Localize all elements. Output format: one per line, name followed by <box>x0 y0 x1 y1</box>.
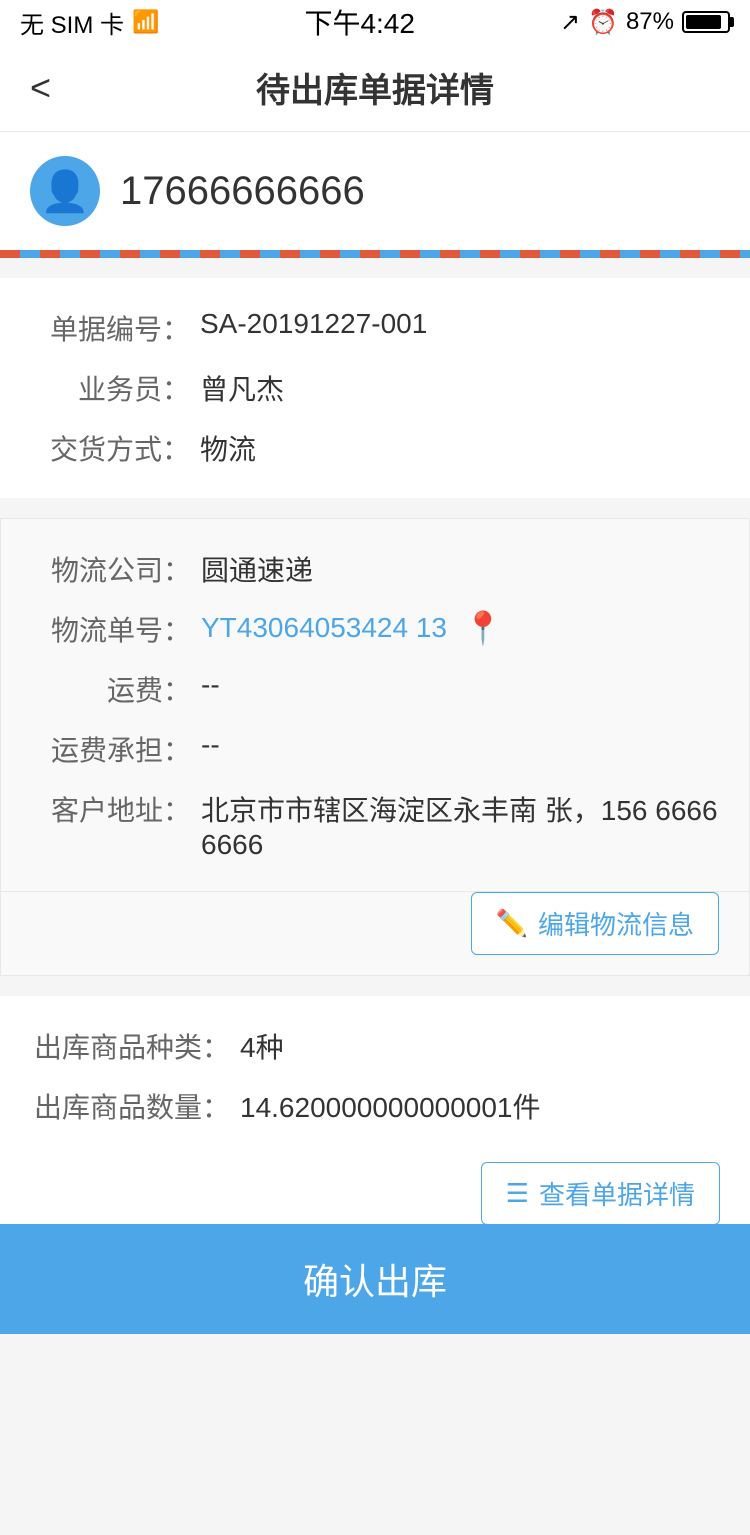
battery-bar <box>682 11 730 33</box>
view-detail-button[interactable]: ☰ 查看单据详情 <box>481 1162 720 1225</box>
location-pin-icon[interactable]: 📍 <box>463 609 503 647</box>
status-left: 无 SIM 卡 📶 <box>20 5 159 40</box>
edit-btn-label: 编辑物流信息 <box>538 905 694 942</box>
detail-btn-label: 查看单据详情 <box>539 1175 695 1212</box>
delivery-label: 交货方式： <box>30 428 190 468</box>
customer-phone: 17666666666 <box>120 169 365 214</box>
page-title: 待出库单据详情 <box>256 63 494 112</box>
logistics-company-row: 物流公司： 圆通速递 <box>31 549 719 589</box>
salesman-label: 业务员： <box>30 368 190 408</box>
freight-bearer-value: -- <box>201 729 719 761</box>
status-bar: 无 SIM 卡 📶 下午4:42 ↗ ⏰ 87% <box>0 0 750 44</box>
delivery-row: 交货方式： 物流 <box>30 428 720 468</box>
logistics-company-label: 物流公司： <box>31 549 191 589</box>
edit-icon: ✏️ <box>496 908 528 939</box>
goods-quantity-value: 14.620000000000001件 <box>240 1086 720 1126</box>
logistics-section: 物流公司： 圆通速递 物流单号： YT43064053424 13 📍 运费： … <box>0 518 750 892</box>
status-right: ↗ ⏰ 87% <box>560 8 730 37</box>
tracking-label: 物流单号： <box>31 609 191 649</box>
freight-row: 运费： -- <box>31 669 719 709</box>
time-display: 下午4:42 <box>304 2 415 42</box>
tracking-value-row: YT43064053424 13 📍 <box>201 609 719 647</box>
section-gap-2 <box>0 498 750 518</box>
nav-bar: < 待出库单据详情 <box>0 44 750 132</box>
delivery-value: 物流 <box>200 428 720 468</box>
order-no-row: 单据编号： SA-20191227-001 <box>30 308 720 348</box>
address-row: 客户地址： 北京市市辖区海淀区永丰南 张，156 6666 6666 <box>31 789 719 861</box>
edit-logistics-button[interactable]: ✏️ 编辑物流信息 <box>471 892 719 955</box>
section-gap-3 <box>0 976 750 996</box>
goods-types-value: 4种 <box>240 1026 720 1066</box>
tracking-value: YT43064053424 13 <box>201 612 447 644</box>
carrier-text: 无 SIM 卡 <box>20 5 124 40</box>
alarm-icon: ⏰ <box>588 8 618 37</box>
address-value: 北京市市辖区海淀区永丰南 张，156 6666 6666 <box>201 789 719 861</box>
battery-fill <box>686 15 721 29</box>
battery-percent: 87% <box>626 8 674 36</box>
goods-types-label: 出库商品种类： <box>30 1026 230 1066</box>
tracking-row: 物流单号： YT43064053424 13 📍 <box>31 609 719 649</box>
dashed-separator <box>0 250 750 258</box>
freight-label: 运费： <box>31 669 191 709</box>
avatar-icon: 👤 <box>40 168 90 215</box>
freight-bearer-label: 运费承担： <box>31 729 191 769</box>
address-label: 客户地址： <box>31 789 191 829</box>
order-no-label: 单据编号： <box>30 308 190 348</box>
section-gap-1 <box>0 258 750 278</box>
order-no-value: SA-20191227-001 <box>200 308 720 340</box>
freight-value: -- <box>201 669 719 701</box>
goods-section: 出库商品种类： 4种 出库商品数量： 14.620000000000001件 <box>0 996 750 1146</box>
customer-header: 👤 17666666666 <box>0 132 750 250</box>
logistics-company-value: 圆通速递 <box>201 549 719 589</box>
location-icon: ↗ <box>560 8 580 37</box>
salesman-value: 曾凡杰 <box>200 368 720 408</box>
confirm-button[interactable]: 确认出库 <box>0 1224 750 1334</box>
wifi-icon: 📶 <box>132 9 159 35</box>
goods-quantity-label: 出库商品数量： <box>30 1086 230 1126</box>
salesman-row: 业务员： 曾凡杰 <box>30 368 720 408</box>
back-button[interactable]: < <box>30 67 51 109</box>
goods-types-row: 出库商品种类： 4种 <box>30 1026 720 1066</box>
order-info-section: 单据编号： SA-20191227-001 业务员： 曾凡杰 交货方式： 物流 <box>0 278 750 498</box>
avatar: 👤 <box>30 156 100 226</box>
confirm-btn-text: 确认出库 <box>303 1253 447 1305</box>
detail-icon: ☰ <box>506 1178 529 1209</box>
goods-quantity-row: 出库商品数量： 14.620000000000001件 <box>30 1086 720 1126</box>
edit-btn-row: ✏️ 编辑物流信息 <box>0 892 750 976</box>
freight-bearer-row: 运费承担： -- <box>31 729 719 769</box>
